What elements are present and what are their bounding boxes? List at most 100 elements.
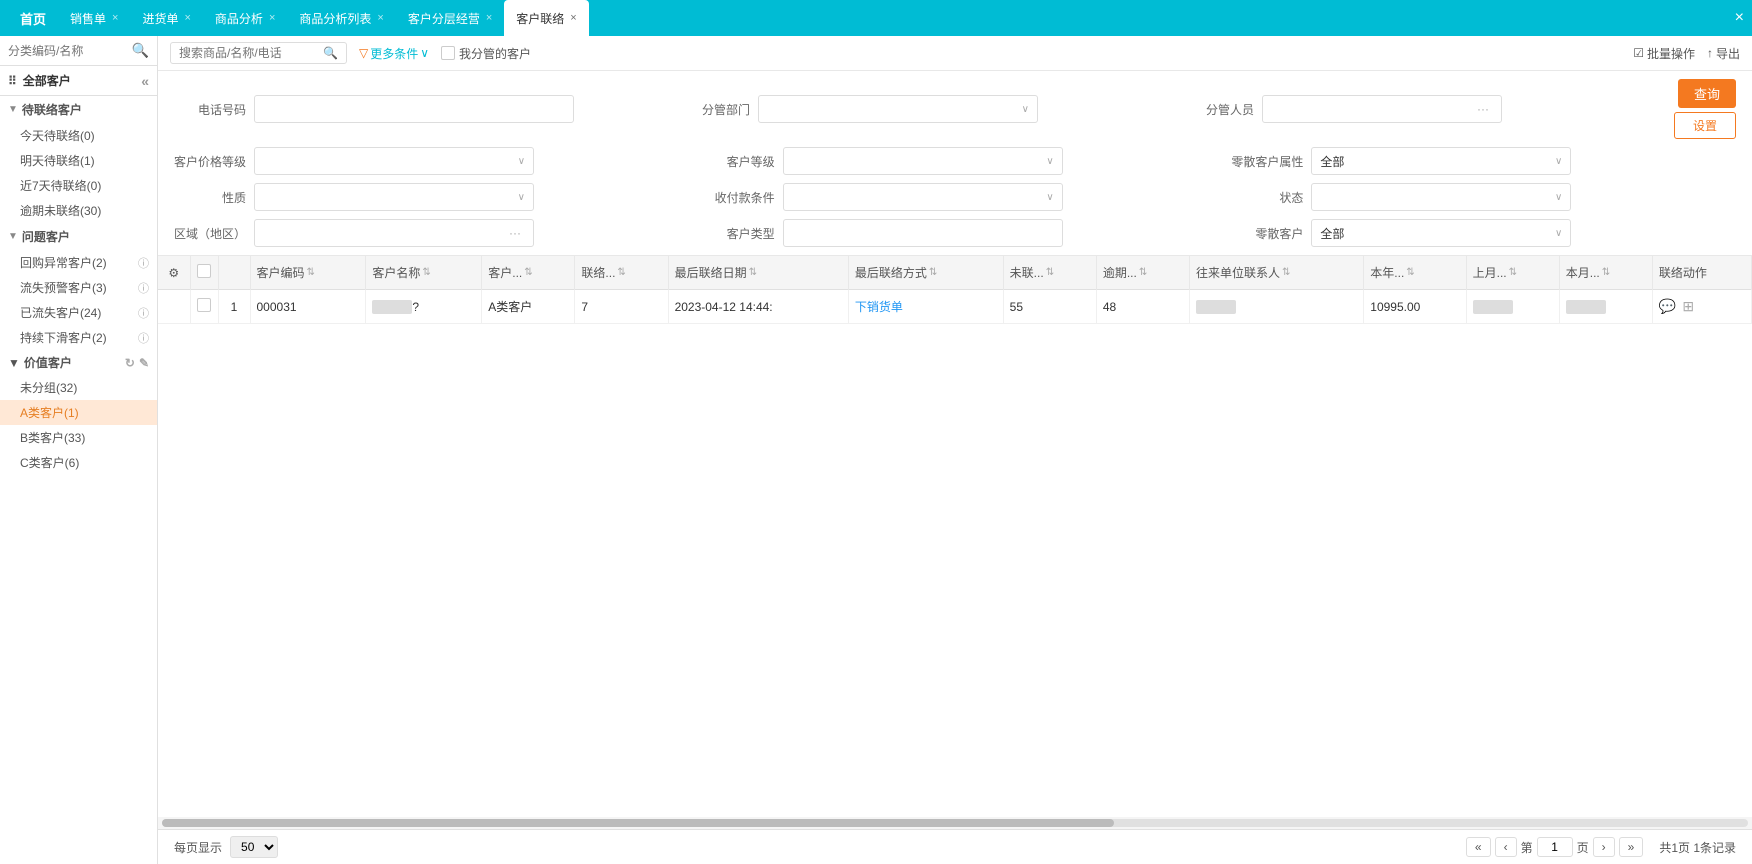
sidebar-search-icon[interactable]: 🔍 [132, 42, 149, 59]
sort-icon[interactable]: ⇅ [1282, 267, 1290, 278]
sort-icon[interactable]: ⇅ [524, 267, 532, 278]
retail-customer-select[interactable]: 全部 ∨ [1311, 219, 1571, 247]
more-dots-icon[interactable]: ··· [505, 226, 525, 240]
no-contact-col-header[interactable]: 未联... ⇅ [1003, 256, 1096, 290]
last-page-button[interactable]: » [1619, 837, 1644, 857]
sidebar-item-repurchase-abnormal[interactable]: 回购异常客户(2) ⓘ [0, 250, 157, 275]
tab-customer-layer[interactable]: 客户分层经营 × [396, 0, 504, 36]
scrollbar-track[interactable] [162, 819, 1748, 827]
sidebar-item-tomorrow[interactable]: 明天待联络(1) [0, 148, 157, 173]
settings-col-header[interactable]: ⚙ [158, 256, 190, 290]
sidebar-item-churned[interactable]: 已流失客户(24) ⓘ [0, 300, 157, 325]
edit-icon[interactable]: ✎ [139, 356, 149, 370]
refresh-icon[interactable]: ↻ [125, 356, 135, 370]
contact-count-col-header[interactable]: 联络... ⇅ [575, 256, 668, 290]
batch-operation-button[interactable]: ☑ 批量操作 [1633, 45, 1695, 62]
more-dots-icon[interactable]: ··· [1473, 102, 1493, 116]
sidebar-collapse-button[interactable]: « [141, 73, 149, 89]
my-customers-check[interactable] [441, 46, 455, 60]
sidebar-item-overdue[interactable]: 逾期未联络(30) [0, 198, 157, 223]
department-select[interactable]: ∨ [758, 95, 1038, 123]
sort-icon[interactable]: ⇅ [617, 267, 625, 278]
row-last-contact-method[interactable]: 下销货单 [848, 290, 1003, 324]
chat-icon[interactable]: 💬 [1659, 298, 1676, 315]
this-month-col-header[interactable]: 本月... ⇅ [1559, 256, 1652, 290]
last-contact-method-col-header[interactable]: 最后联络方式 ⇅ [848, 256, 1003, 290]
row-select-checkbox[interactable] [197, 298, 211, 312]
sort-icon[interactable]: ⇅ [1602, 267, 1610, 278]
staff-select[interactable]: ··· [1262, 95, 1502, 123]
row-checkbox[interactable] [190, 290, 218, 324]
close-goods-list-tab[interactable]: × [377, 12, 383, 24]
this-year-col-header[interactable]: 本年... ⇅ [1364, 256, 1466, 290]
settings-button[interactable]: 设置 [1674, 112, 1736, 139]
checkbox-col-header[interactable] [190, 256, 218, 290]
first-page-button[interactable]: « [1466, 837, 1491, 857]
search-icon[interactable]: 🔍 [323, 46, 338, 60]
close-goods-analysis-tab[interactable]: × [269, 12, 275, 24]
payment-terms-select[interactable]: ∨ [783, 183, 1063, 211]
sort-icon[interactable]: ⇅ [929, 267, 937, 278]
close-sales-tab[interactable]: × [112, 12, 118, 24]
gear-icon[interactable]: ⚙ [168, 266, 179, 280]
tab-home[interactable]: 首页 [8, 0, 58, 36]
close-all-button[interactable]: × [1735, 9, 1744, 27]
sidebar-item-b-class[interactable]: B类客户(33) [0, 425, 157, 450]
sidebar-search-input[interactable] [8, 44, 128, 58]
tab-purchase[interactable]: 进货单 × [130, 0, 202, 36]
sidebar-item-churn-warning[interactable]: 流失预警客户(3) ⓘ [0, 275, 157, 300]
price-level-select[interactable]: ∨ [254, 147, 534, 175]
query-button[interactable]: 查询 [1678, 79, 1736, 108]
nature-select[interactable]: ∨ [254, 183, 534, 211]
more-conditions-button[interactable]: ▽ 更多条件 ∨ [359, 45, 429, 62]
select-all-checkbox[interactable] [197, 264, 211, 278]
sort-icon[interactable]: ⇅ [1139, 267, 1147, 278]
close-customer-contact-tab[interactable]: × [570, 12, 576, 24]
page-number-input[interactable] [1537, 837, 1573, 857]
sidebar-item-c-class[interactable]: C类客户(6) [0, 450, 157, 475]
page-size-select[interactable]: 50 [230, 836, 278, 858]
my-customers-checkbox[interactable]: 我分管的客户 [441, 45, 531, 62]
sidebar-item-declining[interactable]: 持续下滑客户(2) ⓘ [0, 325, 157, 350]
prev-page-button[interactable]: ‹ [1495, 837, 1517, 857]
retail-attr-select[interactable]: 全部 ∨ [1311, 147, 1571, 175]
close-customer-layer-tab[interactable]: × [486, 12, 492, 24]
payment-terms-label: 收付款条件 [703, 189, 783, 206]
sidebar-item-7days[interactable]: 近7天待联络(0) [0, 173, 157, 198]
company-contact-col-header[interactable]: 往来单位联系人 ⇅ [1189, 256, 1363, 290]
customer-level-select[interactable]: ∨ [783, 147, 1063, 175]
code-col-header[interactable]: 客户编码 ⇅ [250, 256, 366, 290]
sort-icon[interactable]: ⇅ [1046, 267, 1054, 278]
sort-icon[interactable]: ⇅ [1509, 267, 1517, 278]
qr-icon[interactable]: ⊞ [1682, 298, 1694, 315]
search-input[interactable] [179, 46, 319, 60]
problem-customer-title[interactable]: ▼ 问题客户 [0, 223, 157, 250]
name-col-header[interactable]: 客户名称 ⇅ [366, 256, 482, 290]
horizontal-scrollbar[interactable] [158, 817, 1752, 829]
overdue-col-header[interactable]: 逾期... ⇅ [1096, 256, 1189, 290]
sort-icon[interactable]: ⇅ [1406, 267, 1414, 278]
pending-contact-title[interactable]: ▼ 待联络客户 [0, 96, 157, 123]
sidebar-item-today[interactable]: 今天待联络(0) [0, 123, 157, 148]
close-purchase-tab[interactable]: × [184, 12, 190, 24]
region-select[interactable]: ··· [254, 219, 534, 247]
tab-sales[interactable]: 销售单 × [58, 0, 130, 36]
sort-icon[interactable]: ⇅ [749, 267, 757, 278]
sidebar-item-ungrouped[interactable]: 未分组(32) [0, 375, 157, 400]
last-month-col-header[interactable]: 上月... ⇅ [1466, 256, 1559, 290]
customer-type-select[interactable] [783, 219, 1063, 247]
status-select[interactable]: ∨ [1311, 183, 1571, 211]
scrollbar-thumb[interactable] [162, 819, 1114, 827]
last-contact-method-link[interactable]: 下销货单 [855, 300, 903, 314]
last-contact-date-col-header[interactable]: 最后联络日期 ⇅ [668, 256, 848, 290]
sidebar-item-a-class[interactable]: A类客户(1) [0, 400, 157, 425]
tab-customer-contact[interactable]: 客户联络 × [504, 0, 588, 36]
phone-input[interactable] [254, 95, 574, 123]
tab-goods-list[interactable]: 商品分析列表 × [287, 0, 395, 36]
export-button[interactable]: ↑ 导出 [1707, 45, 1740, 62]
customertype-col-header[interactable]: 客户... ⇅ [482, 256, 575, 290]
next-page-button[interactable]: › [1593, 837, 1615, 857]
sort-icon[interactable]: ⇅ [307, 267, 315, 278]
sort-icon[interactable]: ⇅ [422, 267, 430, 278]
tab-goods-analysis[interactable]: 商品分析 × [203, 0, 287, 36]
